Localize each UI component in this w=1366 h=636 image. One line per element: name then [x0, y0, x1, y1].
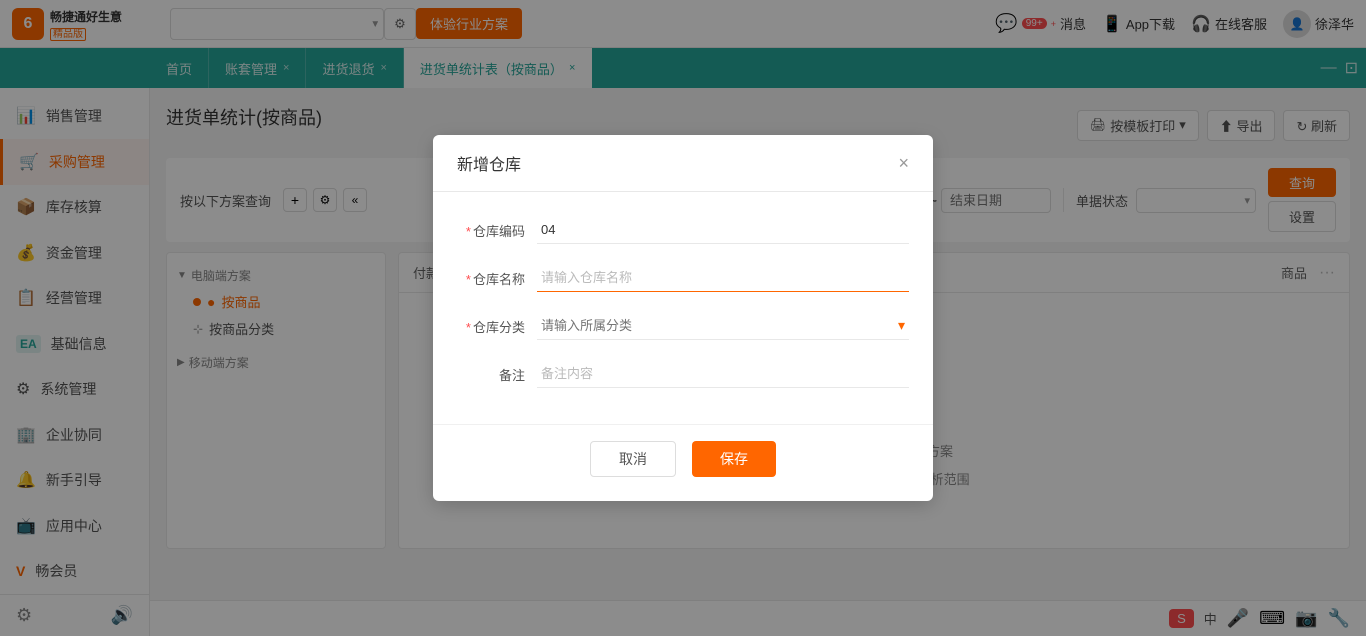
name-input[interactable] [537, 264, 909, 292]
form-row-code: 仓库编码 [457, 216, 909, 244]
form-row-category: 仓库分类 ▾ [457, 312, 909, 340]
name-label: 仓库名称 [457, 269, 537, 288]
modal-close-button[interactable]: × [898, 154, 909, 172]
code-label: 仓库编码 [457, 221, 537, 240]
modal-header: 新增仓库 × [433, 135, 933, 192]
modal-overlay: 新增仓库 × 仓库编码 仓库名称 仓库分类 ▾ [0, 0, 1366, 636]
category-select-wrap[interactable]: ▾ [537, 312, 909, 340]
modal-footer: 取消 保存 [433, 424, 933, 501]
note-label: 备注 [457, 365, 537, 384]
modal-body: 仓库编码 仓库名称 仓库分类 ▾ 备注 [433, 192, 933, 424]
form-row-note: 备注 [457, 360, 909, 388]
category-label: 仓库分类 [457, 317, 537, 336]
cancel-button[interactable]: 取消 [590, 441, 676, 477]
note-input[interactable] [537, 360, 909, 388]
new-warehouse-modal: 新增仓库 × 仓库编码 仓库名称 仓库分类 ▾ [433, 135, 933, 501]
form-row-name: 仓库名称 [457, 264, 909, 292]
category-input[interactable] [537, 312, 909, 339]
modal-title: 新增仓库 [457, 151, 521, 175]
save-button[interactable]: 保存 [692, 441, 776, 477]
code-input[interactable] [537, 216, 909, 244]
